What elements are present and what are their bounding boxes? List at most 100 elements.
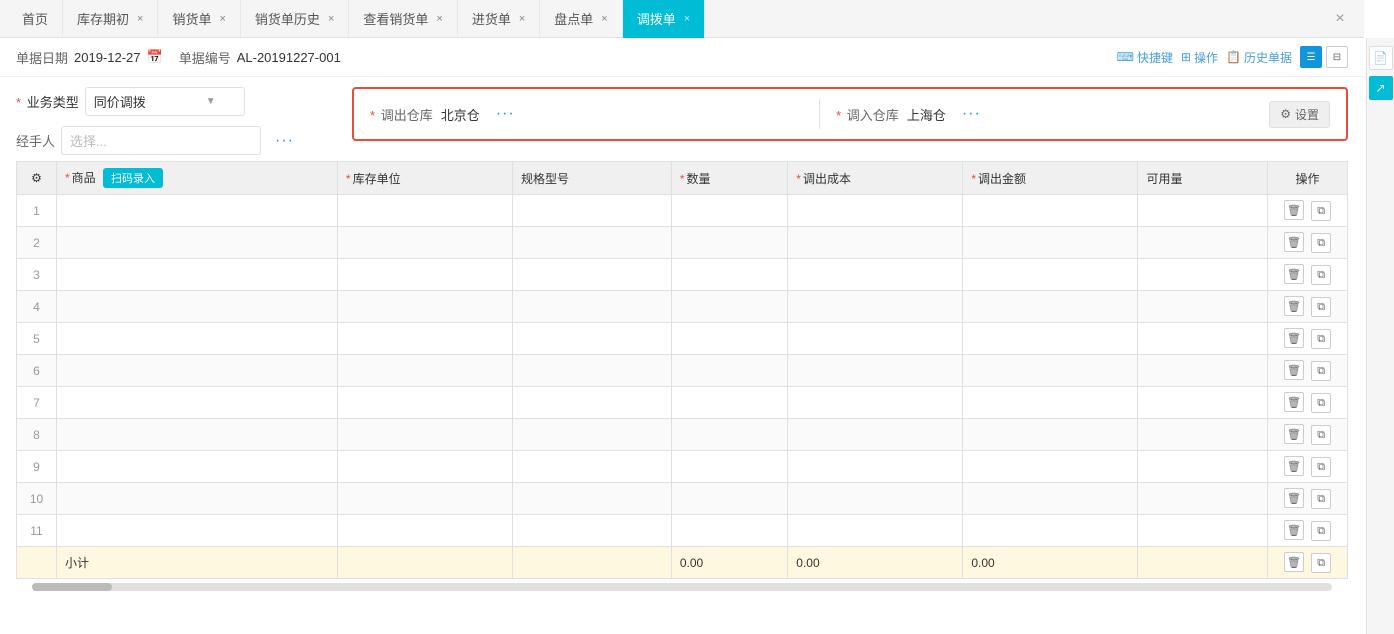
product-cell-9[interactable] <box>57 451 338 483</box>
layout-double-icon[interactable]: ⊟ <box>1326 46 1348 68</box>
unit-cell-11[interactable] <box>337 515 512 547</box>
delete-row-5-button[interactable]: 🗑 <box>1284 328 1304 348</box>
out-warehouse-more-button[interactable]: ··· <box>496 105 515 123</box>
unit-cell-1[interactable] <box>337 195 512 227</box>
copy-row-5-button[interactable]: ⧉ <box>1311 329 1331 349</box>
spec-cell-5[interactable] <box>513 323 672 355</box>
unit-cell-5[interactable] <box>337 323 512 355</box>
layout-single-icon[interactable]: ☰ <box>1300 46 1322 68</box>
handler-more-button[interactable]: ··· <box>275 132 294 150</box>
copy-row-6-button[interactable]: ⧉ <box>1311 361 1331 381</box>
qty-cell-4[interactable] <box>671 291 787 323</box>
horizontal-scrollbar[interactable] <box>32 583 1332 591</box>
cost-cell-7[interactable] <box>788 387 963 419</box>
qty-cell-5[interactable] <box>671 323 787 355</box>
unit-cell-4[interactable] <box>337 291 512 323</box>
copy-row-2-button[interactable]: ⧉ <box>1311 233 1331 253</box>
spec-cell-4[interactable] <box>513 291 672 323</box>
copy-row-3-button[interactable]: ⧉ <box>1311 265 1331 285</box>
tab-sales[interactable]: 销货单 × <box>158 0 240 38</box>
spec-cell-11[interactable] <box>513 515 672 547</box>
sidebar-export-button[interactable]: ↗ <box>1369 76 1393 100</box>
cost-cell-2[interactable] <box>788 227 963 259</box>
spec-cell-2[interactable] <box>513 227 672 259</box>
cost-cell-3[interactable] <box>788 259 963 291</box>
delete-row-9-button[interactable]: 🗑 <box>1284 456 1304 476</box>
scrollbar-area[interactable] <box>0 579 1364 595</box>
tab-close-stocktake[interactable]: × <box>601 13 607 25</box>
amount-cell-2[interactable] <box>963 227 1138 259</box>
delete-row-7-button[interactable]: 🗑 <box>1284 392 1304 412</box>
product-cell-8[interactable] <box>57 419 338 451</box>
handler-select[interactable]: 选择... <box>61 126 261 155</box>
amount-cell-8[interactable] <box>963 419 1138 451</box>
product-cell-11[interactable] <box>57 515 338 547</box>
spec-cell-10[interactable] <box>513 483 672 515</box>
cost-cell-10[interactable] <box>788 483 963 515</box>
cost-cell-6[interactable] <box>788 355 963 387</box>
amount-cell-3[interactable] <box>963 259 1138 291</box>
product-cell-1[interactable] <box>57 195 338 227</box>
business-type-select[interactable]: 同价调拨 ▼ <box>85 87 245 116</box>
delete-subtotal-button[interactable]: 🗑 <box>1284 552 1304 572</box>
qty-cell-1[interactable] <box>671 195 787 227</box>
spec-cell-8[interactable] <box>513 419 672 451</box>
copy-row-1-button[interactable]: ⧉ <box>1311 201 1331 221</box>
amount-cell-5[interactable] <box>963 323 1138 355</box>
tab-inventory-init[interactable]: 库存期初 × <box>63 0 158 38</box>
unit-cell-8[interactable] <box>337 419 512 451</box>
tab-close-sales[interactable]: × <box>219 13 225 25</box>
cost-cell-11[interactable] <box>788 515 963 547</box>
scan-entry-button[interactable]: 扫码录入 <box>103 168 163 188</box>
product-cell-5[interactable] <box>57 323 338 355</box>
product-cell-10[interactable] <box>57 483 338 515</box>
unit-cell-6[interactable] <box>337 355 512 387</box>
spec-cell-3[interactable] <box>513 259 672 291</box>
spec-cell-7[interactable] <box>513 387 672 419</box>
history-link[interactable]: 📋 历史单据 <box>1226 49 1292 66</box>
amount-cell-1[interactable] <box>963 195 1138 227</box>
cost-cell-8[interactable] <box>788 419 963 451</box>
unit-cell-2[interactable] <box>337 227 512 259</box>
copy-row-4-button[interactable]: ⧉ <box>1311 297 1331 317</box>
unit-cell-10[interactable] <box>337 483 512 515</box>
tab-stocktake[interactable]: 盘点单 × <box>540 0 622 38</box>
delete-row-8-button[interactable]: 🗑 <box>1284 424 1304 444</box>
product-cell-2[interactable] <box>57 227 338 259</box>
qty-cell-2[interactable] <box>671 227 787 259</box>
qty-cell-9[interactable] <box>671 451 787 483</box>
tab-close-view-sales[interactable]: × <box>436 13 442 25</box>
delete-row-10-button[interactable]: 🗑 <box>1284 488 1304 508</box>
delete-row-11-button[interactable]: 🗑 <box>1284 520 1304 540</box>
unit-cell-9[interactable] <box>337 451 512 483</box>
tab-close-sales-history[interactable]: × <box>328 13 334 25</box>
tab-home[interactable]: 首页 <box>8 0 63 38</box>
product-cell-7[interactable] <box>57 387 338 419</box>
sidebar-doc-button[interactable]: 📄 <box>1369 46 1393 70</box>
unit-cell-7[interactable] <box>337 387 512 419</box>
tab-sales-history[interactable]: 销货单历史 × <box>241 0 349 38</box>
settings-button[interactable]: ⚙ 设置 <box>1269 101 1330 128</box>
scroll-thumb[interactable] <box>32 583 112 591</box>
amount-cell-4[interactable] <box>963 291 1138 323</box>
in-warehouse-more-button[interactable]: ··· <box>962 105 981 123</box>
unit-cell-3[interactable] <box>337 259 512 291</box>
cost-cell-5[interactable] <box>788 323 963 355</box>
qty-cell-3[interactable] <box>671 259 787 291</box>
tab-purchase[interactable]: 进货单 × <box>458 0 540 38</box>
copy-row-11-button[interactable]: ⧉ <box>1311 521 1331 541</box>
delete-row-1-button[interactable]: 🗑 <box>1284 200 1304 220</box>
amount-cell-7[interactable] <box>963 387 1138 419</box>
cost-cell-1[interactable] <box>788 195 963 227</box>
product-cell-3[interactable] <box>57 259 338 291</box>
window-close-button[interactable]: × <box>1324 3 1356 35</box>
copy-row-8-button[interactable]: ⧉ <box>1311 425 1331 445</box>
copy-row-7-button[interactable]: ⧉ <box>1311 393 1331 413</box>
qty-cell-7[interactable] <box>671 387 787 419</box>
copy-row-9-button[interactable]: ⧉ <box>1311 457 1331 477</box>
spec-cell-9[interactable] <box>513 451 672 483</box>
delete-row-4-button[interactable]: 🗑 <box>1284 296 1304 316</box>
amount-cell-11[interactable] <box>963 515 1138 547</box>
tab-close-purchase[interactable]: × <box>519 13 525 25</box>
copy-row-10-button[interactable]: ⧉ <box>1311 489 1331 509</box>
